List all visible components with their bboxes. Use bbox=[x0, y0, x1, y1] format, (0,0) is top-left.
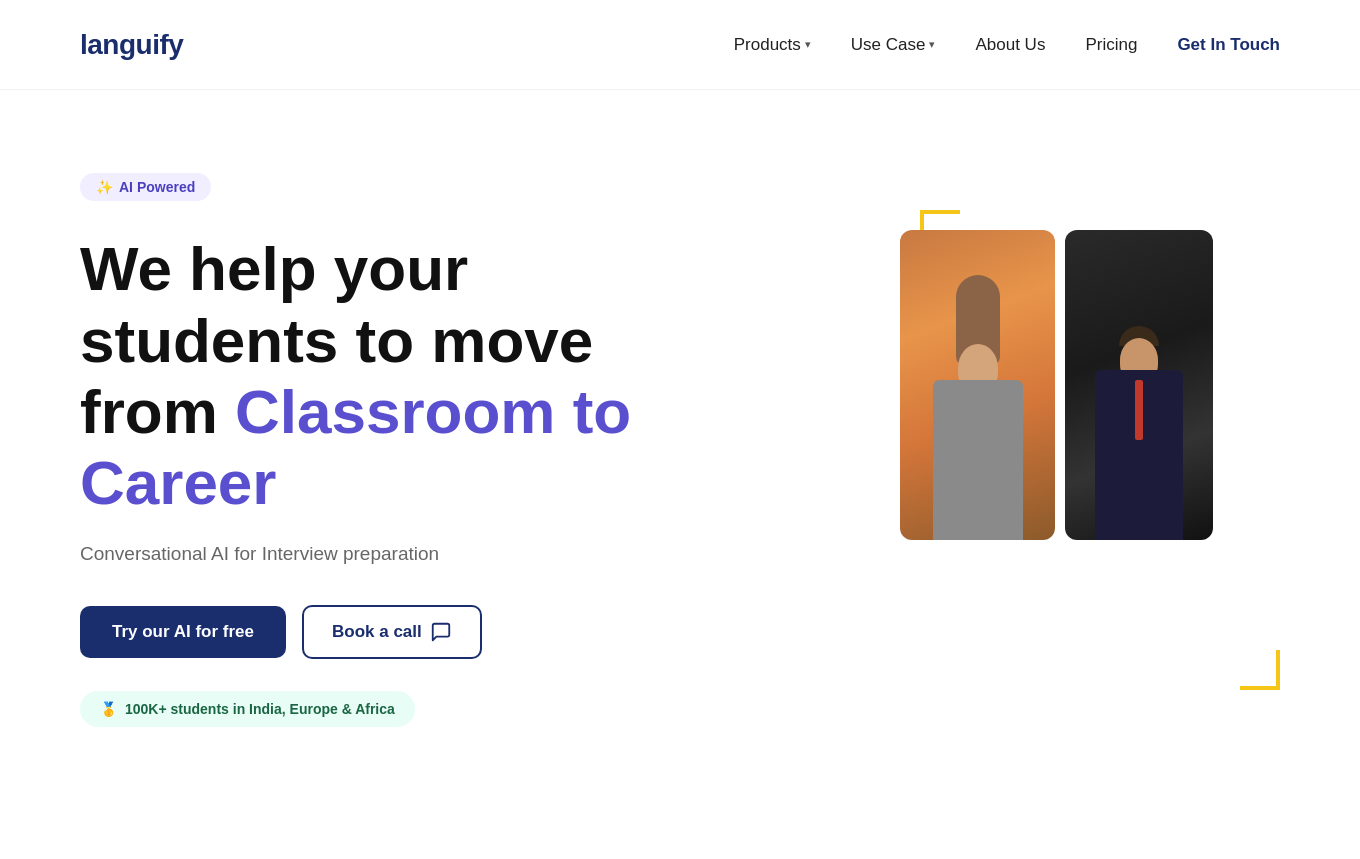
logo[interactable]: languify bbox=[80, 29, 183, 61]
chevron-down-icon: ▾ bbox=[805, 38, 811, 51]
nav-links: Products ▾ Use Case ▾ About Us Pricing G… bbox=[734, 35, 1280, 55]
sparkle-icon: ✨ bbox=[96, 179, 113, 195]
photo-man bbox=[1065, 230, 1213, 540]
students-badge: 🥇 100K+ students in India, Europe & Afri… bbox=[80, 691, 415, 727]
man-tie bbox=[1135, 380, 1143, 440]
hero-right bbox=[680, 180, 1280, 720]
nav-link-pricing[interactable]: Pricing bbox=[1085, 35, 1137, 55]
nav-item-pricing[interactable]: Pricing bbox=[1085, 35, 1137, 55]
corner-bracket-br bbox=[1240, 650, 1280, 690]
chat-icon bbox=[430, 621, 452, 643]
hero-subtitle: Conversational AI for Interview preparat… bbox=[80, 543, 680, 565]
ai-powered-badge: ✨ AI Powered bbox=[80, 173, 211, 201]
woman-body bbox=[933, 380, 1023, 540]
hero-left: ✨ AI Powered We help your students to mo… bbox=[80, 173, 680, 726]
nav-item-use-case[interactable]: Use Case ▾ bbox=[851, 35, 936, 55]
students-badge-text: 100K+ students in India, Europe & Africa bbox=[125, 701, 395, 717]
chevron-down-icon: ▾ bbox=[929, 38, 935, 51]
hero-section: ✨ AI Powered We help your students to mo… bbox=[0, 90, 1360, 790]
try-ai-button[interactable]: Try our AI for free bbox=[80, 606, 286, 658]
book-call-button[interactable]: Book a call bbox=[302, 605, 482, 659]
nav-link-use-case[interactable]: Use Case ▾ bbox=[851, 35, 936, 55]
nav-link-about-us[interactable]: About Us bbox=[975, 35, 1045, 55]
navbar: languify Products ▾ Use Case ▾ About Us … bbox=[0, 0, 1360, 90]
badge-label: AI Powered bbox=[119, 179, 195, 195]
nav-item-get-in-touch[interactable]: Get In Touch bbox=[1177, 35, 1280, 55]
photo-container bbox=[900, 230, 1213, 540]
man-body bbox=[1095, 370, 1183, 540]
hero-buttons: Try our AI for free Book a call bbox=[80, 605, 680, 659]
photo-woman bbox=[900, 230, 1055, 540]
medal-icon: 🥇 bbox=[100, 701, 117, 717]
nav-item-products[interactable]: Products ▾ bbox=[734, 35, 811, 55]
nav-link-get-in-touch[interactable]: Get In Touch bbox=[1177, 35, 1280, 55]
hero-title: We help your students to move from Class… bbox=[80, 233, 680, 518]
nav-item-about-us[interactable]: About Us bbox=[975, 35, 1045, 55]
book-call-label: Book a call bbox=[332, 622, 422, 642]
nav-link-products[interactable]: Products ▾ bbox=[734, 35, 811, 55]
image-frame bbox=[900, 210, 1280, 690]
